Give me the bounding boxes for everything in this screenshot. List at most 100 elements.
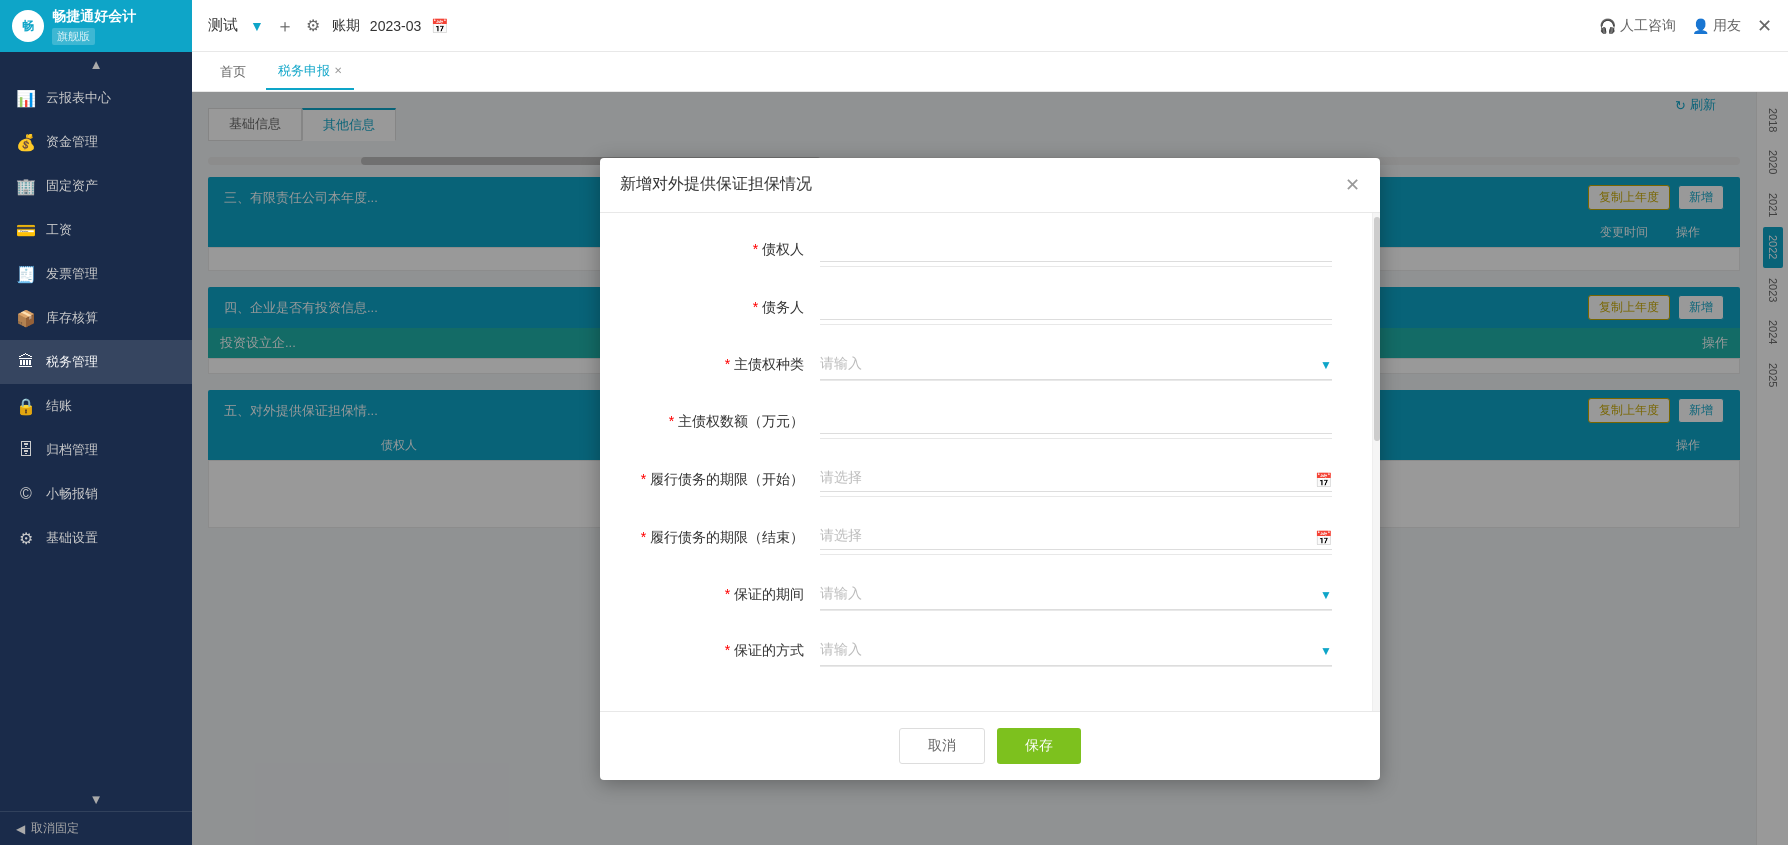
logo-title: 畅捷通好会计	[52, 8, 136, 26]
form-row-creditor: * 债权人	[640, 233, 1332, 267]
claim-type-chevron-icon: ▼	[1320, 358, 1332, 372]
label-claim-amount: * 主债权数额（万元）	[640, 413, 820, 431]
sidebar-item-basic-settings[interactable]: ⚙ 基础设置	[0, 516, 192, 560]
sidebar-item-invoice[interactable]: 🧾 发票管理	[0, 252, 192, 296]
period-display: 账期 2023-03 📅	[332, 17, 448, 35]
topbar: 测试 ▼ ＋ ⚙ 账期 2023-03 📅 🎧 人工咨询 👤 用友 ✕	[192, 0, 1788, 52]
form-row-period-start: * 履行债务的期限（开始） 📅	[640, 463, 1332, 497]
settings-gear-icon[interactable]: ⚙	[306, 16, 320, 35]
invoice-icon: 🧾	[16, 264, 36, 284]
fund-icon: 💰	[16, 132, 36, 152]
modal-header: 新增对外提供保证担保情况 ✕	[600, 158, 1380, 213]
period-calendar-icon[interactable]: 📅	[431, 18, 448, 34]
tab-home[interactable]: 首页	[208, 55, 258, 89]
field-claim-type: 请输入 ▼	[820, 349, 1332, 381]
input-period-end[interactable]	[820, 521, 1332, 550]
cancel-button[interactable]: 取消	[899, 728, 985, 764]
field-claim-amount	[820, 405, 1332, 439]
sidebar-item-label: 小畅报销	[46, 485, 98, 503]
guarantee-method-chevron-icon: ▼	[1320, 644, 1332, 658]
sidebar-scroll-down[interactable]: ▼	[0, 787, 192, 811]
label-creditor: * 债权人	[640, 241, 820, 259]
sidebar-item-label: 固定资产	[46, 177, 98, 195]
save-button[interactable]: 保存	[997, 728, 1081, 764]
tab-close-icon[interactable]: ✕	[334, 65, 342, 76]
field-creditor	[820, 233, 1332, 267]
inventory-icon: 📦	[16, 308, 36, 328]
archive-icon: 🗄	[16, 440, 36, 460]
input-debtor[interactable]	[820, 291, 1332, 320]
sidebar: 畅 畅捷通好会计 旗舰版 ▲ 📊 云报表中心 💰 资金管理 🏢 固定资产 💳	[0, 0, 192, 845]
sidebar-item-label: 发票管理	[46, 265, 98, 283]
company-chevron-icon[interactable]: ▼	[250, 18, 264, 34]
tab-tax-label: 税务申报	[278, 62, 330, 80]
sidebar-item-salary[interactable]: 💳 工资	[0, 208, 192, 252]
input-period-start[interactable]	[820, 463, 1332, 492]
field-period-end: 📅	[820, 521, 1332, 555]
add-tab-icon[interactable]: ＋	[276, 14, 294, 38]
user-label: 用友	[1713, 17, 1741, 35]
form-row-claim-type: * 主债权种类 请输入 ▼	[640, 349, 1332, 381]
sidebar-item-archive[interactable]: 🗄 归档管理	[0, 428, 192, 472]
period-end-calendar-icon[interactable]: 📅	[1315, 530, 1332, 546]
sidebar-item-label: 资金管理	[46, 133, 98, 151]
field-guarantee-period: 请输入 ▼	[820, 579, 1332, 611]
unpin-label: 取消固定	[31, 820, 79, 837]
select-guarantee-period[interactable]: 请输入	[820, 579, 1332, 610]
sidebar-scroll-up[interactable]: ▲	[0, 52, 192, 76]
sidebar-nav: 📊 云报表中心 💰 资金管理 🏢 固定资产 💳 工资 🧾 发票管理 📦	[0, 76, 192, 787]
field-period-start: 📅	[820, 463, 1332, 497]
logo-text: 畅捷通好会计 旗舰版	[52, 8, 136, 45]
input-claim-amount[interactable]	[820, 405, 1332, 434]
period-value: 2023-03	[370, 18, 421, 34]
select-guarantee-method[interactable]: 请输入	[820, 635, 1332, 666]
modal-body-wrapper: * 债权人 *	[600, 213, 1380, 711]
support-btn[interactable]: 🎧 人工咨询	[1599, 17, 1676, 35]
period-start-calendar-icon[interactable]: 📅	[1315, 472, 1332, 488]
modal-title: 新增对外提供保证担保情况	[620, 174, 812, 195]
sidebar-item-fixed-assets[interactable]: 🏢 固定资产	[0, 164, 192, 208]
select-claim-type[interactable]: 请输入	[820, 349, 1332, 380]
user-btn[interactable]: 👤 用友	[1692, 17, 1741, 35]
sidebar-item-inventory[interactable]: 📦 库存核算	[0, 296, 192, 340]
modal-body: * 债权人 *	[600, 213, 1372, 711]
modal-dialog: 新增对外提供保证担保情况 ✕ * 债权人	[600, 158, 1380, 780]
sidebar-item-label: 税务管理	[46, 353, 98, 371]
fixed-assets-icon: 🏢	[16, 176, 36, 196]
sidebar-item-xiaochang[interactable]: © 小畅报销	[0, 472, 192, 516]
sidebar-item-tax-mgmt[interactable]: 🏛 税务管理	[0, 340, 192, 384]
logo-edition: 旗舰版	[52, 28, 95, 45]
modal-footer: 取消 保存	[600, 711, 1380, 780]
guarantee-period-chevron-icon: ▼	[1320, 588, 1332, 602]
company-name: 测试	[208, 16, 238, 35]
topbar-right: 🎧 人工咨询 👤 用友 ✕	[1599, 15, 1772, 37]
modal-scrollbar-thumb	[1374, 217, 1380, 441]
label-claim-type: * 主债权种类	[640, 356, 820, 374]
tab-home-label: 首页	[220, 63, 246, 81]
unpin-icon: ◀	[16, 822, 25, 836]
settings-icon: ⚙	[16, 528, 36, 548]
sidebar-item-cloud-report[interactable]: 📊 云报表中心	[0, 76, 192, 120]
sidebar-unpin[interactable]: ◀ 取消固定	[0, 811, 192, 845]
form-row-guarantee-method: * 保证的方式 请输入 ▼	[640, 635, 1332, 667]
label-guarantee-period: * 保证的期间	[640, 586, 820, 604]
sidebar-item-close-account[interactable]: 🔒 结账	[0, 384, 192, 428]
label-guarantee-method: * 保证的方式	[640, 642, 820, 660]
sidebar-item-label: 库存核算	[46, 309, 98, 327]
sidebar-item-label: 归档管理	[46, 441, 98, 459]
user-icon: 👤	[1692, 18, 1709, 34]
label-period-start: * 履行债务的期限（开始）	[640, 471, 820, 489]
sidebar-item-label: 基础设置	[46, 529, 98, 547]
cloud-report-icon: 📊	[16, 88, 36, 108]
window-close-icon[interactable]: ✕	[1757, 15, 1772, 37]
period-label: 账期	[332, 17, 360, 35]
modal-close-btn[interactable]: ✕	[1345, 174, 1360, 196]
modal-scrollbar[interactable]	[1372, 213, 1380, 711]
input-creditor[interactable]	[820, 233, 1332, 262]
field-debtor	[820, 291, 1332, 325]
sidebar-logo: 畅 畅捷通好会计 旗舰版	[0, 0, 192, 52]
modal-overlay: 新增对外提供保证担保情况 ✕ * 债权人	[192, 92, 1788, 845]
close-account-icon: 🔒	[16, 396, 36, 416]
sidebar-item-fund-mgmt[interactable]: 💰 资金管理	[0, 120, 192, 164]
tab-tax-report[interactable]: 税务申报 ✕	[266, 54, 354, 90]
